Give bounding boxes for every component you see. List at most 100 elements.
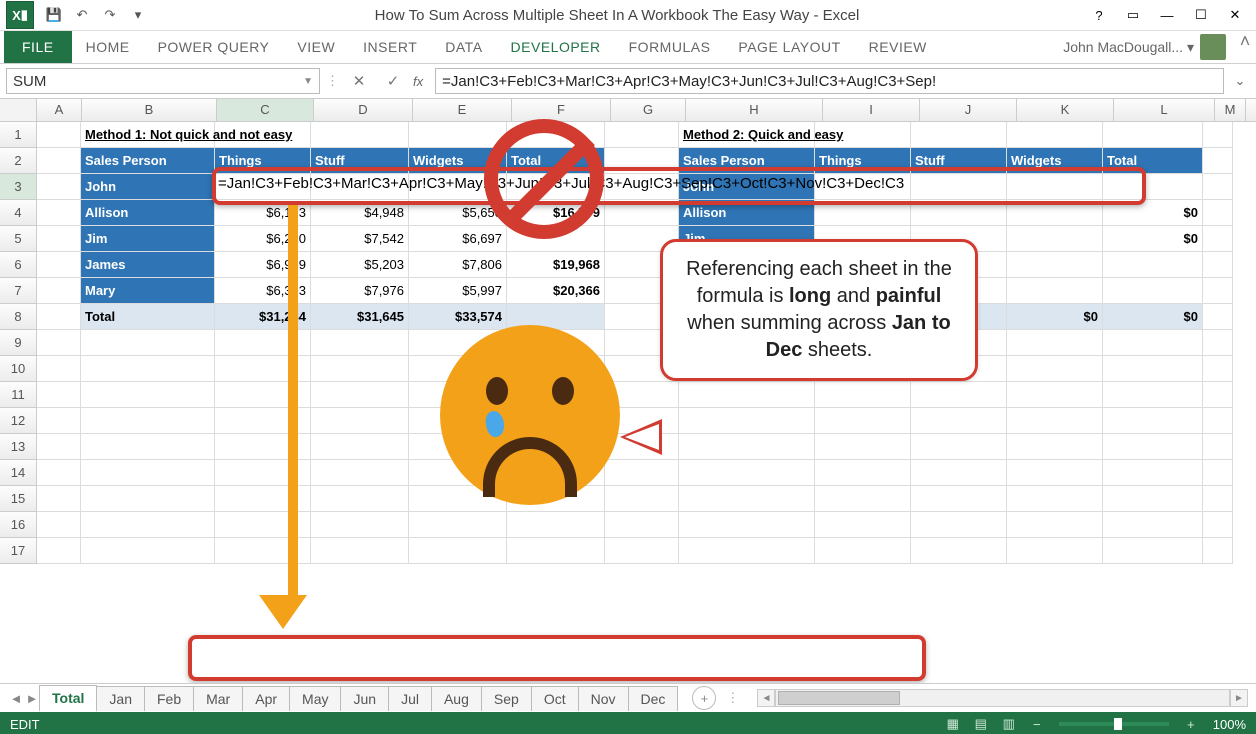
cell[interactable]: Sales Person	[81, 148, 215, 174]
cell[interactable]	[311, 538, 409, 564]
cell[interactable]	[1103, 408, 1203, 434]
namebox-dropdown-icon[interactable]: ▼	[303, 76, 313, 87]
cell[interactable]: Allison	[81, 200, 215, 226]
spreadsheet-grid[interactable]: A B C D E F G H I J K L M 1Method 1: Not…	[0, 99, 1256, 683]
cell[interactable]	[311, 122, 409, 148]
zoom-level[interactable]: 100%	[1213, 717, 1246, 732]
row-header[interactable]: 2	[0, 148, 37, 174]
cell[interactable]: Stuff	[311, 148, 409, 174]
row-header[interactable]: 12	[0, 408, 37, 434]
cell[interactable]	[1103, 512, 1203, 538]
cell[interactable]	[1007, 434, 1103, 460]
row-header[interactable]: 7	[0, 278, 37, 304]
cell[interactable]	[1103, 252, 1203, 278]
cell[interactable]: John	[81, 174, 215, 200]
row-header[interactable]: 17	[0, 538, 37, 564]
row-header[interactable]: 16	[0, 512, 37, 538]
cell[interactable]	[507, 434, 605, 460]
help-icon[interactable]: ?	[1084, 4, 1114, 26]
cell[interactable]	[815, 460, 911, 486]
cell[interactable]	[605, 460, 679, 486]
cell[interactable]	[1203, 512, 1233, 538]
cell[interactable]	[1007, 122, 1103, 148]
cell[interactable]	[911, 486, 1007, 512]
tab-review[interactable]: REVIEW	[855, 31, 941, 63]
redo-icon[interactable]: ↷	[98, 3, 122, 27]
cell[interactable]	[1103, 174, 1203, 200]
cell[interactable]	[1203, 278, 1233, 304]
cell[interactable]: $0	[1007, 304, 1103, 330]
cell[interactable]	[215, 122, 311, 148]
cell[interactable]	[815, 512, 911, 538]
col-header[interactable]: D	[314, 99, 413, 121]
cell[interactable]: $5,203	[311, 252, 409, 278]
cell[interactable]	[409, 408, 507, 434]
cell[interactable]	[409, 356, 507, 382]
cell[interactable]	[1007, 174, 1103, 200]
cell[interactable]	[81, 434, 215, 460]
row-header[interactable]: 5	[0, 226, 37, 252]
cell[interactable]	[311, 486, 409, 512]
cell[interactable]	[815, 486, 911, 512]
cell[interactable]	[215, 408, 311, 434]
fx-icon[interactable]: fх	[413, 74, 423, 89]
sheet-tab[interactable]: Aug	[431, 686, 482, 711]
cell[interactable]	[911, 382, 1007, 408]
cell[interactable]	[311, 382, 409, 408]
tab-data[interactable]: DATA	[431, 31, 496, 63]
sheet-tab[interactable]: Dec	[628, 686, 679, 711]
zoom-slider[interactable]	[1059, 722, 1169, 726]
cell[interactable]: $5,658	[409, 200, 507, 226]
cell[interactable]	[37, 252, 81, 278]
cell[interactable]: Widgets	[409, 148, 507, 174]
cell[interactable]	[1103, 330, 1203, 356]
cell[interactable]: $7,542	[311, 226, 409, 252]
cell[interactable]: $6,210	[215, 226, 311, 252]
cell[interactable]	[37, 512, 81, 538]
cell[interactable]: $0	[1103, 226, 1203, 252]
col-header[interactable]: B	[82, 99, 217, 121]
cell[interactable]	[911, 538, 1007, 564]
cell[interactable]	[1203, 200, 1233, 226]
cell[interactable]: $4,948	[311, 200, 409, 226]
cell[interactable]	[311, 330, 409, 356]
row-header[interactable]: 9	[0, 330, 37, 356]
cell[interactable]: $31,645	[311, 304, 409, 330]
row-header[interactable]: 1	[0, 122, 37, 148]
row-header[interactable]: 4	[0, 200, 37, 226]
sheet-tab[interactable]: Mar	[193, 686, 243, 711]
col-header[interactable]: A	[37, 99, 82, 121]
cell[interactable]	[81, 538, 215, 564]
tab-home[interactable]: HOME	[72, 31, 144, 63]
cell[interactable]	[37, 356, 81, 382]
cell[interactable]	[679, 408, 815, 434]
cell[interactable]	[409, 486, 507, 512]
cell[interactable]: $5,997	[409, 278, 507, 304]
cell[interactable]	[81, 486, 215, 512]
cell[interactable]	[37, 278, 81, 304]
cancel-formula-icon[interactable]: ✕	[345, 72, 373, 90]
cell[interactable]: $6,393	[215, 278, 311, 304]
cell[interactable]	[911, 200, 1007, 226]
col-header[interactable]: M	[1215, 99, 1246, 121]
cell[interactable]	[81, 512, 215, 538]
cell[interactable]	[1203, 408, 1233, 434]
cell[interactable]	[507, 486, 605, 512]
cell[interactable]: Things	[215, 148, 311, 174]
cell[interactable]: Allison	[679, 200, 815, 226]
cell[interactable]	[311, 408, 409, 434]
cell[interactable]	[37, 330, 81, 356]
cell[interactable]	[81, 356, 215, 382]
cell[interactable]	[507, 460, 605, 486]
sheet-tab[interactable]: Jul	[388, 686, 432, 711]
row-header[interactable]: 3	[0, 174, 37, 200]
tab-developer[interactable]: DEVELOPER	[497, 31, 615, 63]
cell[interactable]	[215, 512, 311, 538]
cell[interactable]	[1007, 486, 1103, 512]
cell[interactable]	[37, 200, 81, 226]
close-icon[interactable]: ✕	[1220, 4, 1250, 26]
enter-formula-icon[interactable]: ✓	[379, 72, 407, 90]
cell[interactable]	[1007, 330, 1103, 356]
tab-formulas[interactable]: FORMULAS	[615, 31, 725, 63]
cell[interactable]	[507, 538, 605, 564]
